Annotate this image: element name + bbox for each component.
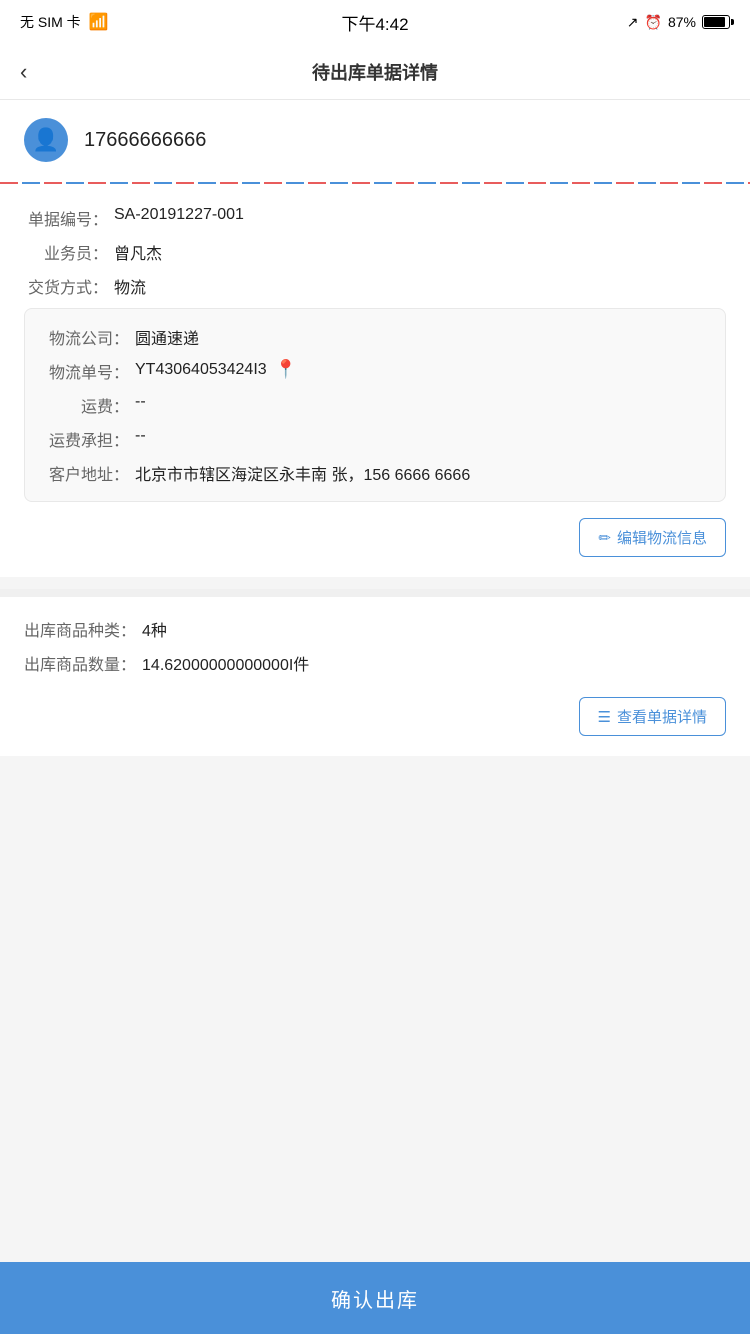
section-separator — [0, 589, 750, 597]
freight-bear-label: 运费承担： — [45, 427, 135, 451]
view-detail-btn-row: ☰ 查看单据详情 — [24, 685, 726, 740]
logistics-tracking-row: 物流单号： YT43064053424I3 📍 — [45, 359, 705, 383]
delivery-value: 物流 — [114, 274, 726, 298]
edit-btn-row: ✏ 编辑物流信息 — [24, 506, 726, 561]
dashed-divider — [0, 180, 750, 186]
logistics-tracking-value: YT43064053424I3 📍 — [135, 359, 705, 380]
edit-logistics-button[interactable]: ✏ 编辑物流信息 — [579, 518, 726, 557]
address-value: 北京市市辖区海淀区永丰南 张，156 6666 6666 — [135, 461, 705, 485]
edit-icon: ✏ — [598, 529, 611, 547]
battery-label: 87% — [668, 14, 696, 30]
carrier-label: 无 SIM 卡 — [20, 12, 81, 32]
logistics-tracking-label: 物流单号： — [45, 359, 135, 383]
bottom-bar: 确认出库 — [0, 1262, 750, 1334]
alarm-icon: ⏰ — [645, 14, 662, 31]
product-quantity-label: 出库商品数量： — [24, 651, 142, 675]
delivery-row: 交货方式： 物流 — [24, 274, 726, 298]
status-right: ↗ ⏰ 87% — [627, 14, 730, 31]
salesman-row: 业务员： 曾凡杰 — [24, 240, 726, 264]
status-time: 下午4:42 — [341, 10, 408, 35]
view-detail-label: 查看单据详情 — [617, 706, 707, 727]
address-label: 客户地址： — [45, 461, 135, 485]
product-category-label: 出库商品种类： — [24, 617, 142, 641]
order-no-label: 单据编号： — [24, 206, 114, 230]
product-quantity-row: 出库商品数量： 14.62000000000000I件 — [24, 651, 726, 675]
freight-bear-value: -- — [135, 427, 705, 445]
order-info-section: 单据编号： SA-20191227-001 业务员： 曾凡杰 交货方式： 物流 … — [0, 186, 750, 577]
delivery-label: 交货方式： — [24, 274, 114, 298]
logistics-company-label: 物流公司： — [45, 325, 135, 349]
product-category-value: 4种 — [142, 617, 726, 641]
freight-bear-row: 运费承担： -- — [45, 427, 705, 451]
back-button[interactable]: ‹ — [12, 51, 35, 93]
product-category-row: 出库商品种类： 4种 — [24, 617, 726, 641]
customer-section: 👤 17666666666 — [0, 100, 750, 180]
list-icon: ☰ — [598, 708, 611, 726]
customer-phone: 17666666666 — [84, 129, 206, 152]
order-no-value: SA-20191227-001 — [114, 206, 726, 224]
logistics-company-row: 物流公司： 圆通速递 — [45, 325, 705, 349]
nav-bar: ‹ 待出库单据详情 — [0, 44, 750, 100]
confirm-button[interactable]: 确认出库 — [331, 1284, 419, 1313]
wifi-icon: 📶 — [89, 12, 109, 32]
freight-label: 运费： — [45, 393, 135, 417]
address-row: 客户地址： 北京市市辖区海淀区永丰南 张，156 6666 6666 — [45, 461, 705, 485]
salesman-value: 曾凡杰 — [114, 240, 726, 264]
location-pin-icon[interactable]: 📍 — [275, 359, 297, 380]
empty-space — [0, 768, 750, 1262]
page-title: 待出库单据详情 — [312, 59, 438, 85]
avatar-icon: 👤 — [32, 127, 59, 153]
logistics-company-value: 圆通速递 — [135, 325, 705, 349]
product-quantity-value: 14.62000000000000I件 — [142, 651, 726, 675]
edit-btn-label: 编辑物流信息 — [617, 527, 707, 548]
order-no-row: 单据编号： SA-20191227-001 — [24, 206, 726, 230]
freight-value: -- — [135, 393, 705, 411]
location-status-icon: ↗ — [627, 14, 639, 31]
logistics-card: 物流公司： 圆通速递 物流单号： YT43064053424I3 📍 运费： -… — [24, 308, 726, 502]
salesman-label: 业务员： — [24, 240, 114, 264]
battery-icon — [702, 15, 730, 29]
product-section: 出库商品种类： 4种 出库商品数量： 14.62000000000000I件 ☰… — [0, 597, 750, 756]
status-bar: 无 SIM 卡 📶 下午4:42 ↗ ⏰ 87% — [0, 0, 750, 44]
status-left: 无 SIM 卡 📶 — [20, 12, 109, 32]
view-detail-button[interactable]: ☰ 查看单据详情 — [579, 697, 726, 736]
avatar: 👤 — [24, 118, 68, 162]
freight-row: 运费： -- — [45, 393, 705, 417]
